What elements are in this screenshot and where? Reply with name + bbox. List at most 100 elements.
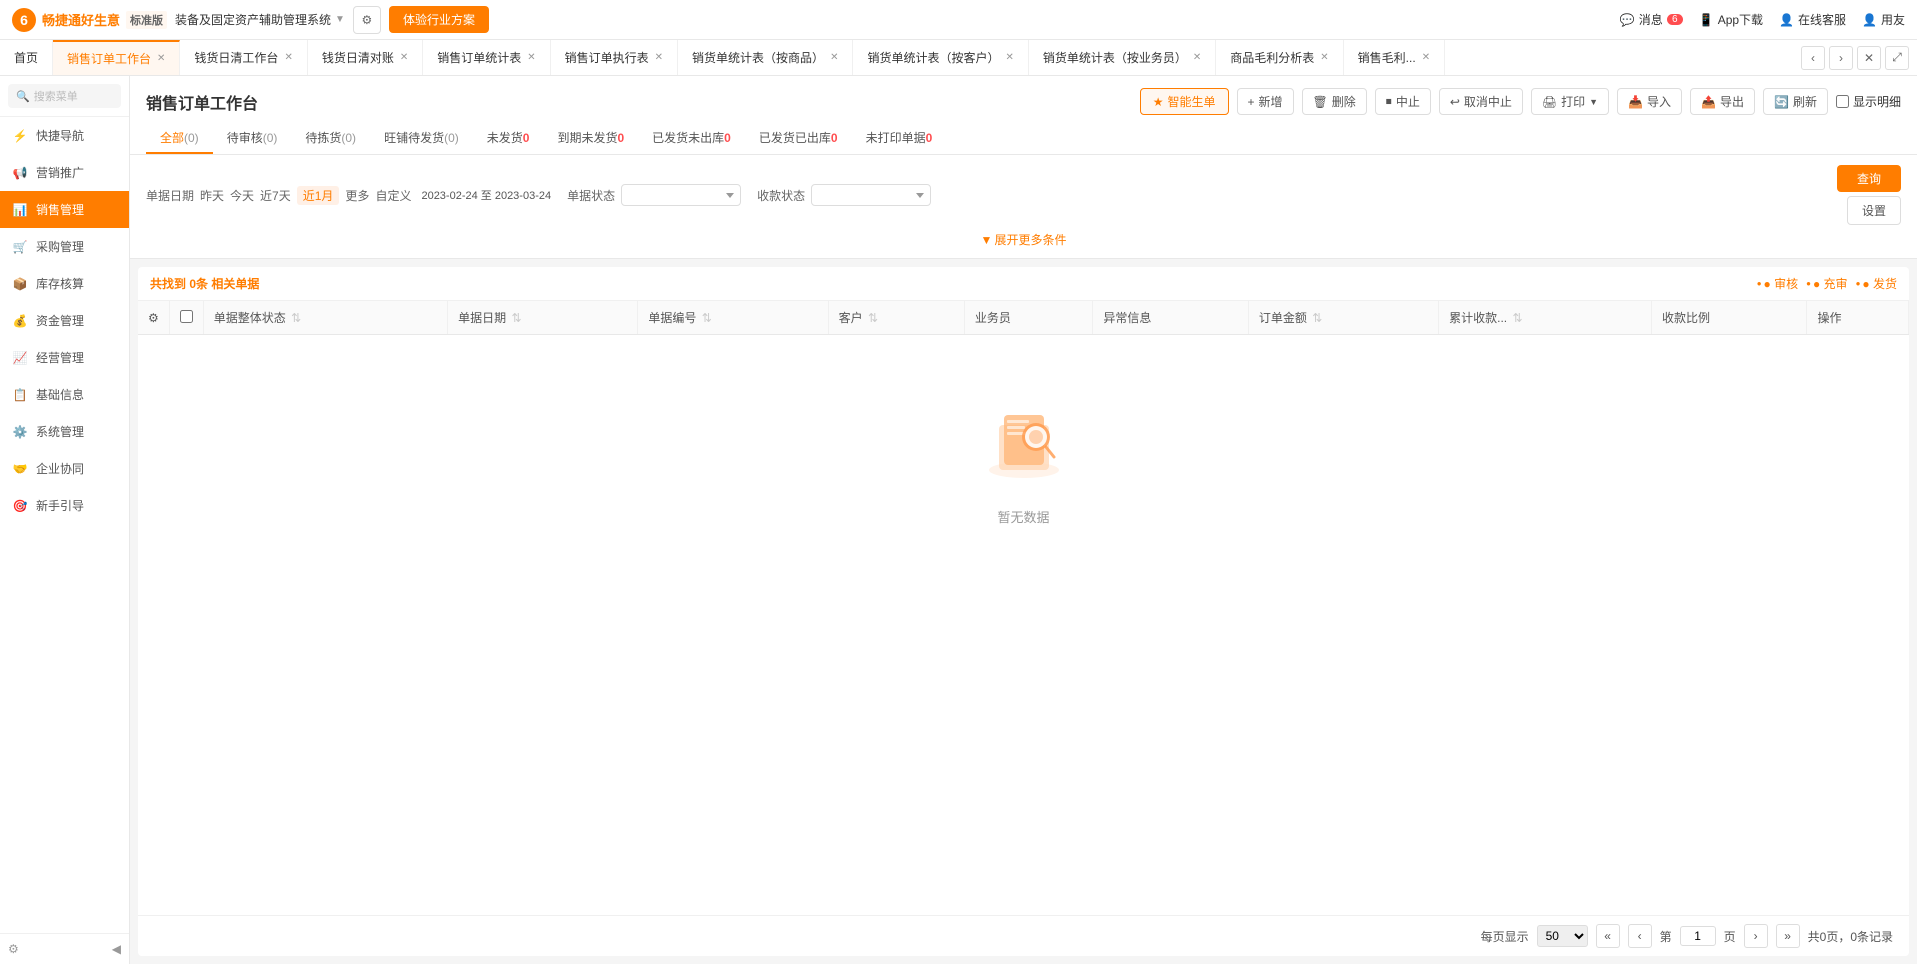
smart-create-btn[interactable]: ★ 智能生单: [1140, 88, 1229, 115]
message-btn[interactable]: 💬 消息 6: [1620, 11, 1683, 28]
sort-icon[interactable]: ⇅: [291, 311, 301, 325]
system-selector[interactable]: 装备及固定资产辅助管理系统 ▼: [175, 11, 345, 28]
sidebar-item-inventory[interactable]: 📦 库存核算: [0, 265, 129, 302]
close-icon[interactable]: ✕: [1005, 52, 1013, 63]
set-btn[interactable]: 设置: [1847, 196, 1901, 225]
settings-icon[interactable]: ⚙: [353, 6, 381, 34]
next-page-btn[interactable]: ›: [1744, 924, 1768, 948]
ship-btn[interactable]: ● 发货: [1856, 275, 1897, 292]
review-btn[interactable]: ● 审核: [1757, 275, 1798, 292]
close-icon[interactable]: ✕: [1193, 52, 1201, 63]
sidebar-settings-icon[interactable]: ⚙: [8, 942, 19, 956]
subtab-shipped-not-out[interactable]: 已发货未出库0: [638, 123, 745, 154]
tab-salesperson-stats[interactable]: 销货单统计表（按业务员） ✕: [1029, 40, 1216, 76]
add-btn[interactable]: + 新增: [1237, 88, 1294, 115]
subtab-pending-review[interactable]: 待审核(0): [213, 123, 292, 154]
tab-product-stats[interactable]: 销货单统计表（按商品） ✕: [678, 40, 853, 76]
close-icon[interactable]: ✕: [655, 52, 663, 63]
tab-order-exec[interactable]: 销售订单执行表 ✕: [551, 40, 678, 76]
sidebar-item-purchase[interactable]: 🛒 采购管理: [0, 228, 129, 265]
close-icon[interactable]: ✕: [1320, 52, 1328, 63]
column-settings-icon[interactable]: ⚙: [148, 311, 159, 325]
online-service-btn[interactable]: 👤 在线客服: [1779, 11, 1846, 28]
date-shortcut-7days[interactable]: 近7天: [260, 187, 291, 204]
date-shortcut-yesterday[interactable]: 昨天: [200, 187, 224, 204]
sidebar-item-marketing[interactable]: 📢 营销推广: [0, 154, 129, 191]
sort-icon[interactable]: ⇅: [1513, 311, 1523, 325]
close-icon[interactable]: ✕: [157, 53, 165, 64]
close-icon[interactable]: ✕: [830, 52, 838, 63]
select-all-checkbox[interactable]: [180, 310, 193, 323]
tab-daily-clear[interactable]: 钱货日清工作台 ✕: [180, 40, 307, 76]
tab-home[interactable]: 首页: [0, 40, 53, 76]
subtab-shop-pending[interactable]: 旺铺待发货(0): [370, 123, 473, 154]
date-shortcut-today[interactable]: 今天: [230, 187, 254, 204]
tab-customer-stats[interactable]: 销货单统计表（按客户） ✕: [853, 40, 1028, 76]
sidebar-item-operations[interactable]: 📈 经营管理: [0, 339, 129, 376]
tabs-close-icon[interactable]: ✕: [1857, 46, 1881, 70]
payment-select[interactable]: [811, 184, 931, 206]
sort-icon[interactable]: ⇅: [1312, 311, 1322, 325]
detail-checkbox-input[interactable]: [1836, 95, 1849, 108]
subtab-pending-pick[interactable]: 待拣货(0): [291, 123, 370, 154]
last-page-btn[interactable]: »: [1776, 924, 1800, 948]
import-btn[interactable]: 📥 导入: [1617, 88, 1682, 115]
subtab-all[interactable]: 全部(0): [146, 123, 213, 154]
tab-daily-reconcile[interactable]: 钱货日清对账 ✕: [308, 40, 423, 76]
status-select[interactable]: [621, 184, 741, 206]
date-shortcut-custom[interactable]: 自定义: [375, 187, 411, 204]
close-icon[interactable]: ✕: [1422, 52, 1430, 63]
th-checkbox[interactable]: [169, 301, 203, 335]
user-menu[interactable]: 👤 用友: [1862, 11, 1905, 28]
tab-sales-gross[interactable]: 销售毛利... ✕: [1344, 40, 1445, 76]
search-input-area[interactable]: 🔍 搜索菜单: [8, 84, 121, 108]
subtab-unshipped[interactable]: 未发货0: [473, 123, 544, 154]
page-size-select[interactable]: 50 20 100: [1537, 925, 1588, 947]
close-icon[interactable]: ✕: [400, 52, 408, 63]
date-shortcut-1month[interactable]: 近1月: [297, 186, 340, 205]
delete-btn[interactable]: 🗑 删除: [1302, 88, 1367, 115]
app-download-btn[interactable]: 📱 App下载: [1699, 11, 1763, 28]
stop-btn[interactable]: ⏹ 中止: [1375, 88, 1431, 115]
sidebar-search[interactable]: 🔍 搜索菜单: [0, 76, 129, 117]
sidebar-item-finance[interactable]: 💰 资金管理: [0, 302, 129, 339]
tab-gross-profit[interactable]: 商品毛利分析表 ✕: [1216, 40, 1343, 76]
tab-home-label: 首页: [14, 49, 38, 66]
sidebar-item-system[interactable]: ⚙️ 系统管理: [0, 413, 129, 450]
print-btn[interactable]: 🖨 打印 ▼: [1531, 88, 1609, 115]
subtab-shipped-out[interactable]: 已发货已出库0: [745, 123, 852, 154]
sort-icon[interactable]: ⇅: [702, 311, 712, 325]
sidebar-collapse-icon[interactable]: ◀: [112, 942, 121, 956]
sidebar-item-guide[interactable]: 🎯 新手引导: [0, 487, 129, 524]
prev-page-btn[interactable]: ‹: [1628, 924, 1652, 948]
industry-btn[interactable]: 体验行业方案: [389, 6, 489, 33]
expand-conditions-btn[interactable]: ▼ 展开更多条件: [981, 231, 1067, 248]
export-btn[interactable]: 📤 导出: [1690, 88, 1755, 115]
refresh-btn[interactable]: 🔄 刷新: [1763, 88, 1828, 115]
top-bar: 6 畅捷通好生意 标准版 装备及固定资产辅助管理系统 ▼ ⚙ 体验行业方案 💬 …: [0, 0, 1917, 40]
subtab-unprinted[interactable]: 未打印单据0: [852, 123, 947, 154]
tabs-next-icon[interactable]: ›: [1829, 46, 1853, 70]
tabs-expand-icon[interactable]: ⤢: [1885, 46, 1909, 70]
query-btn[interactable]: 查询: [1837, 165, 1901, 192]
close-icon[interactable]: ✕: [527, 52, 535, 63]
sidebar-item-sales[interactable]: 📊 销售管理: [0, 191, 129, 228]
table-scroll[interactable]: ⚙ 单据整体状态 ⇅ 单据日期 ⇅: [138, 301, 1909, 915]
th-settings[interactable]: ⚙: [138, 301, 169, 335]
sort-icon[interactable]: ⇅: [868, 311, 878, 325]
page-number-input[interactable]: [1680, 926, 1716, 946]
tab-sales-workbench[interactable]: 销售订单工作台 ✕: [53, 40, 180, 76]
close-icon[interactable]: ✕: [284, 52, 292, 63]
tabs-prev-icon[interactable]: ‹: [1801, 46, 1825, 70]
date-shortcut-more[interactable]: 更多: [345, 187, 369, 204]
sidebar-item-quick-nav[interactable]: ⚡ 快捷导航: [0, 117, 129, 154]
tab-order-stats[interactable]: 销售订单统计表 ✕: [423, 40, 550, 76]
show-detail-checkbox[interactable]: 显示明细: [1836, 93, 1901, 110]
cancel-stop-btn[interactable]: ↩ 取消中止: [1439, 88, 1523, 115]
subtab-overdue[interactable]: 到期未发货0: [543, 123, 638, 154]
sidebar-item-enterprise[interactable]: 🤝 企业协同: [0, 450, 129, 487]
unreview-btn[interactable]: ● 充审: [1806, 275, 1847, 292]
first-page-btn[interactable]: «: [1596, 924, 1620, 948]
sidebar-item-base-info[interactable]: 📋 基础信息: [0, 376, 129, 413]
sort-icon[interactable]: ⇅: [511, 311, 521, 325]
